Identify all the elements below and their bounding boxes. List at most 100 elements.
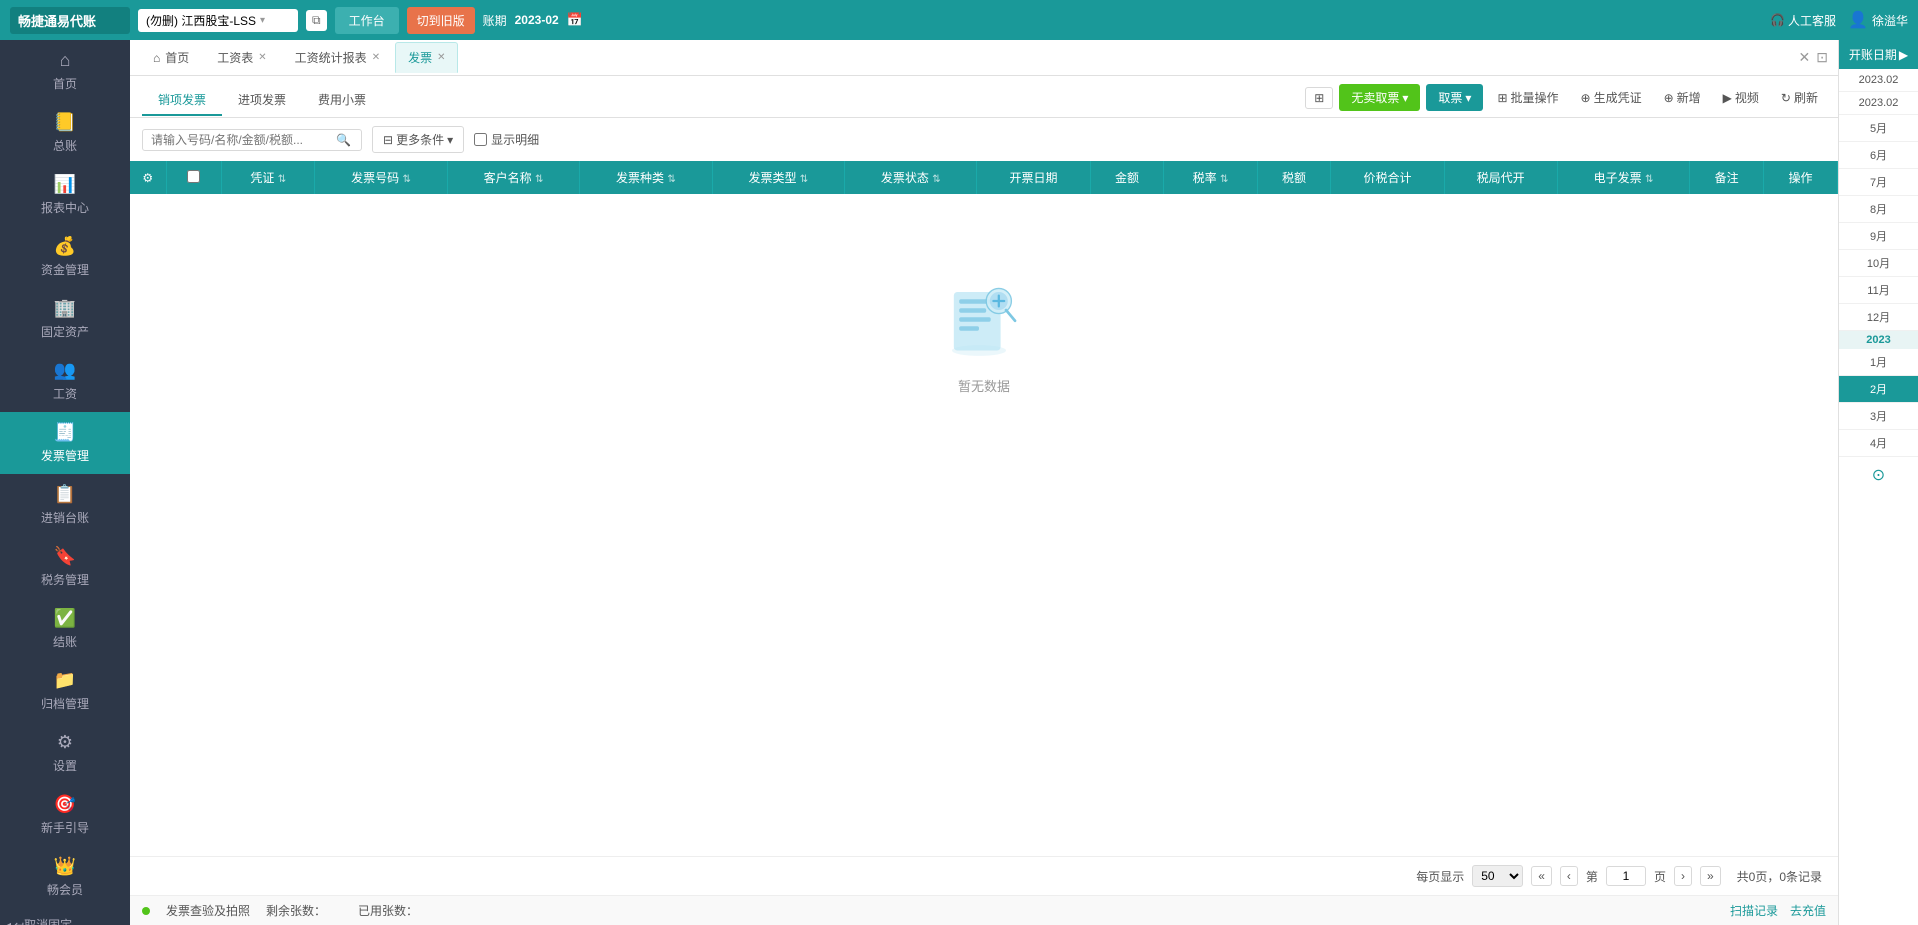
- tab-invoice[interactable]: 发票 ✕: [395, 42, 458, 73]
- status-dot-icon: [142, 907, 150, 915]
- sidebar-item-funds[interactable]: 💰 资金管理: [0, 226, 130, 288]
- sidebar-item-ledger[interactable]: 📒 总账: [0, 102, 130, 164]
- col-invoice-type[interactable]: 发票种类 ⇅: [580, 161, 712, 194]
- new-invoice-button[interactable]: ⊕ 新增: [1656, 84, 1709, 111]
- search-icon[interactable]: 🔍: [336, 133, 351, 147]
- col-customer[interactable]: 客户名称 ⇅: [447, 161, 579, 194]
- recharge-link[interactable]: 去充值: [1790, 902, 1826, 919]
- sidebar-item-reports[interactable]: 📊 报表中心: [0, 164, 130, 226]
- month-2[interactable]: 2月: [1839, 376, 1918, 403]
- show-detail-wrap[interactable]: 显示明细: [474, 131, 539, 148]
- more-conditions-button[interactable]: ⊟ 更多条件 ▾: [372, 126, 464, 153]
- sidebar-item-label: 固定资产: [41, 323, 89, 340]
- tab-salary-report-close-icon[interactable]: ✕: [372, 52, 380, 63]
- invoice-btn[interactable]: 取票 ▾: [1426, 84, 1483, 111]
- month-1[interactable]: 1月: [1839, 349, 1918, 376]
- month-5[interactable]: 5月: [1839, 115, 1918, 142]
- company-selector[interactable]: (勿删) 江西股宝-LSS ▾: [138, 9, 298, 32]
- col-issue-date[interactable]: 开票日期: [977, 161, 1090, 194]
- col-tax-rate[interactable]: 税率 ⇅: [1164, 161, 1257, 194]
- show-detail-checkbox[interactable]: [474, 133, 487, 146]
- sub-tab-outgoing[interactable]: 销项发票: [142, 85, 222, 116]
- tab-invoice-close-icon[interactable]: ✕: [437, 52, 445, 63]
- col-invoice-category[interactable]: 发票类型 ⇅: [712, 161, 844, 194]
- col-voucher[interactable]: 凭证 ⇅: [222, 161, 315, 194]
- grid-view-button[interactable]: ⊞: [1305, 87, 1333, 109]
- sidebar-item-assets[interactable]: 🏢 固定资产: [0, 288, 130, 350]
- month-8[interactable]: 8月: [1839, 196, 1918, 223]
- month-7[interactable]: 7月: [1839, 169, 1918, 196]
- sidebar-item-tax[interactable]: 🔖 税务管理: [0, 536, 130, 598]
- month-12[interactable]: 12月: [1839, 304, 1918, 331]
- col-e-invoice[interactable]: 电子发票 ⇅: [1557, 161, 1689, 194]
- month-3[interactable]: 3月: [1839, 403, 1918, 430]
- month-11[interactable]: 11月: [1839, 277, 1918, 304]
- month-9[interactable]: 9月: [1839, 223, 1918, 250]
- month-6[interactable]: 6月: [1839, 142, 1918, 169]
- sidebar-item-member[interactable]: 👑 畅会员: [0, 846, 130, 908]
- tab-salary-report[interactable]: 工资统计报表 ✕: [282, 42, 393, 73]
- sidebar-item-archive[interactable]: 📁 归档管理: [0, 660, 130, 722]
- sidebar-item-guide[interactable]: 🎯 新手引导: [0, 784, 130, 846]
- no-invoice-btn[interactable]: 无卖取票 ▾: [1339, 84, 1420, 111]
- refresh-button[interactable]: ↻ 刷新: [1773, 84, 1826, 111]
- col-checkbox[interactable]: [166, 161, 222, 194]
- sidebar-item-salary[interactable]: 👥 工资: [0, 350, 130, 412]
- sidebar-item-checkout[interactable]: ✅ 结账: [0, 598, 130, 660]
- col-amount[interactable]: 金额: [1090, 161, 1164, 194]
- col-invoice-no[interactable]: 发票号码 ⇅: [315, 161, 447, 194]
- batch-ops-button[interactable]: ⊞ 批量操作: [1489, 84, 1566, 111]
- col-settings[interactable]: ⚙: [130, 161, 166, 194]
- sub-tab-expense[interactable]: 费用小票: [302, 85, 382, 116]
- calendar-icon: 📅: [567, 12, 583, 28]
- select-all-checkbox[interactable]: [187, 170, 200, 183]
- scan-records-link[interactable]: 扫描记录: [1730, 902, 1778, 919]
- logo-text: 畅捷通易代账: [18, 11, 96, 30]
- last-page-button[interactable]: »: [1700, 866, 1721, 886]
- sidebar-item-home[interactable]: ⌂ 首页: [0, 40, 130, 102]
- sidebar-item-sales[interactable]: 📋 进销台账: [0, 474, 130, 536]
- filter-icon: ⊟: [383, 133, 393, 147]
- col-invoice-status[interactable]: 发票状态 ⇅: [845, 161, 977, 194]
- sales-icon: 📋: [54, 484, 76, 505]
- sub-tab-incoming[interactable]: 进项发票: [222, 85, 302, 116]
- prev-page-button[interactable]: ‹: [1560, 866, 1578, 886]
- sidebar-item-invoice[interactable]: 🧾 发票管理: [0, 412, 130, 474]
- page-input[interactable]: [1606, 866, 1646, 886]
- user-area[interactable]: 👤 徐溢华: [1848, 10, 1908, 30]
- sort-icon: ⇅: [1220, 174, 1228, 185]
- col-remark[interactable]: 备注: [1690, 161, 1764, 194]
- sidebar-item-settings[interactable]: ⚙ 设置: [0, 722, 130, 784]
- generate-voucher-button[interactable]: ⊕ 生成凭证: [1573, 84, 1650, 111]
- col-tax-bureau[interactable]: 税局代开: [1444, 161, 1557, 194]
- search-input[interactable]: [151, 133, 331, 147]
- tab-home[interactable]: ⌂ 首页: [140, 42, 202, 73]
- next-page-button[interactable]: ›: [1674, 866, 1692, 886]
- scroll-to-current-button[interactable]: ⊙: [1839, 457, 1918, 493]
- copy-button[interactable]: ⧉: [306, 10, 327, 31]
- headset-icon: 🎧: [1770, 13, 1785, 27]
- col-action[interactable]: 操作: [1764, 161, 1838, 194]
- month-10[interactable]: 10月: [1839, 250, 1918, 277]
- tab-salary-sheet[interactable]: 工资表 ✕: [204, 42, 279, 73]
- sidebar-item-label: 报表中心: [41, 199, 89, 216]
- col-tax-amount[interactable]: 税额: [1257, 161, 1331, 194]
- switch-old-button[interactable]: 切到旧版: [407, 7, 475, 34]
- sort-icon: ⇅: [403, 174, 411, 185]
- batch-icon: ⊞: [1497, 91, 1507, 105]
- unpin-button[interactable]: ◂ ↤取消固定: [0, 908, 130, 925]
- funds-icon: 💰: [54, 236, 76, 257]
- maximize-panel-button[interactable]: ⊡: [1816, 49, 1828, 66]
- period-2023-02-first[interactable]: 2023.02: [1839, 69, 1918, 92]
- close-panel-button[interactable]: ✕: [1799, 49, 1811, 66]
- video-button[interactable]: ▶ 视频: [1715, 84, 1767, 111]
- page-size-select[interactable]: 50 10 20 100: [1472, 865, 1523, 887]
- workstation-button[interactable]: 工作台: [335, 7, 399, 34]
- customer-service-btn[interactable]: 🎧 人工客服: [1770, 12, 1836, 29]
- period-2023-02-second[interactable]: 2023.02: [1839, 92, 1918, 115]
- first-page-button[interactable]: «: [1531, 866, 1552, 886]
- month-4[interactable]: 4月: [1839, 430, 1918, 457]
- tab-salary-sheet-close-icon[interactable]: ✕: [258, 52, 266, 63]
- col-total[interactable]: 价税合计: [1331, 161, 1444, 194]
- open-period-header[interactable]: 开账日期 ▶: [1839, 40, 1918, 69]
